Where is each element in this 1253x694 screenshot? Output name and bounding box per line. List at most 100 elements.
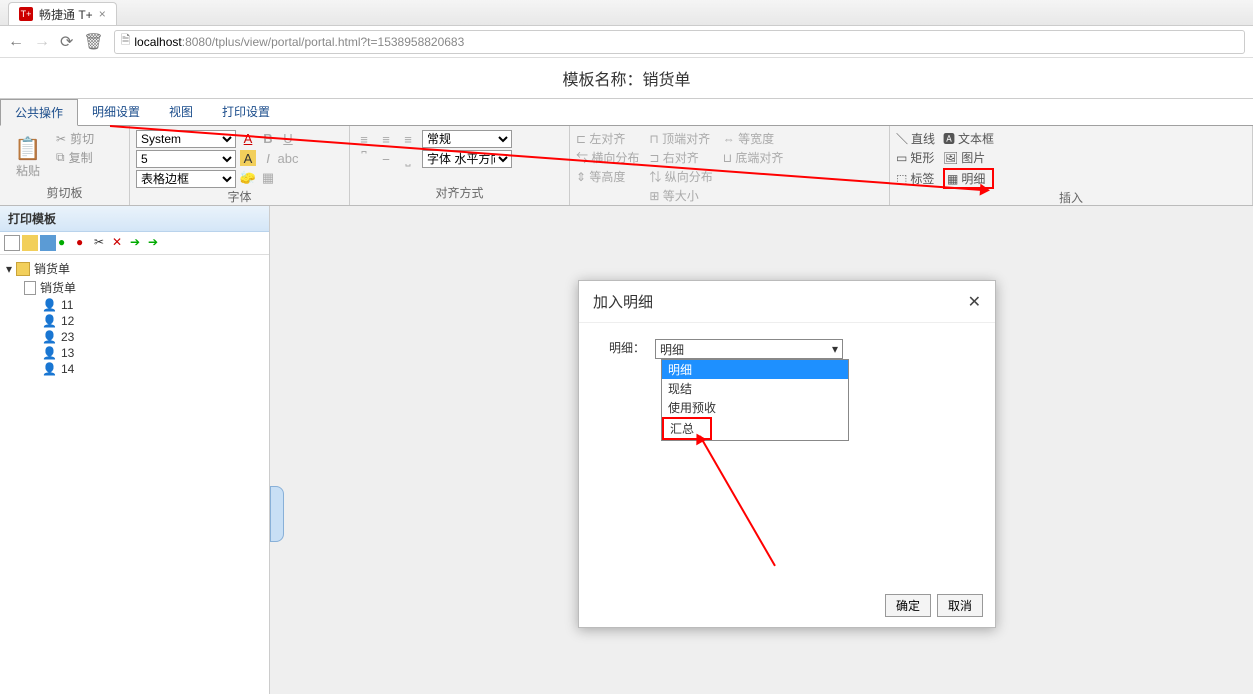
open-icon[interactable] [22, 235, 38, 251]
new-icon[interactable] [4, 235, 20, 251]
cut-button[interactable]: ✂剪切 [56, 130, 94, 147]
next-icon[interactable]: ➔ [130, 235, 146, 251]
valign-top-icon[interactable]: ⎴ [356, 151, 372, 167]
panel-gripper[interactable] [270, 486, 284, 542]
browser-toolbar: ← → ⟳ 🗑 🗎 localhost:8080/tplus/view/port… [0, 26, 1253, 58]
dialog-close-icon[interactable]: ✕ [968, 292, 981, 312]
check-icon[interactable]: ● [58, 235, 74, 251]
person-icon: 👤 [42, 362, 57, 376]
person-icon: 👤 [42, 314, 57, 328]
align-normal-select[interactable]: 常规 [422, 130, 512, 148]
group-label-font: 字体 [136, 188, 343, 205]
align-right-icon[interactable]: ≡ [400, 131, 416, 147]
dialog-title: 加入明细 [593, 291, 653, 312]
ribbon-tab-print[interactable]: 打印设置 [208, 99, 285, 125]
ribbon-tab-view[interactable]: 视图 [155, 99, 208, 125]
insert-rect[interactable]: ▭ 矩形 [896, 149, 935, 166]
trash-icon[interactable]: 🗑 [83, 32, 103, 52]
doc-icon [24, 281, 36, 295]
eraser-icon[interactable]: 🧽 [240, 170, 256, 186]
paste-button[interactable]: 📋 粘贴 [6, 130, 50, 184]
copy-icon: ⧉ [56, 150, 65, 165]
font-color-icon[interactable]: A [240, 130, 256, 146]
insert-image[interactable]: 🖼 图片 [943, 149, 994, 166]
sidebar-toolbar: ● ● ✂ ✕ ➔ ➔ [0, 232, 269, 255]
layout-equal-width[interactable]: ⇔ 等宽度 [723, 130, 784, 147]
border-select[interactable]: 表格边框 [136, 170, 236, 188]
favicon: T+ [19, 7, 33, 21]
insert-line[interactable]: ＼ 直线 [896, 130, 935, 147]
font-size-select[interactable]: 5 [136, 150, 236, 168]
tree-root[interactable]: ▾销货单 [6, 259, 263, 278]
group-label-align: 对齐方式 [356, 184, 563, 201]
italic-icon[interactable]: I [260, 150, 276, 166]
layout-equal-size[interactable]: ⊞ 等大小 [649, 187, 712, 204]
url-path: :8080/tplus/view/portal/portal.html?t=15… [182, 35, 465, 49]
browser-tab[interactable]: T+ 畅捷通 T+ × [8, 2, 117, 25]
chevron-down-icon: ▾ [832, 342, 838, 356]
detail-label: 明细： [609, 339, 645, 356]
tree-user[interactable]: 👤14 [6, 361, 263, 377]
person-icon: 👤 [42, 330, 57, 344]
reload-icon[interactable]: ⟳ [60, 32, 73, 52]
group-clipboard: 📋 粘贴 ✂剪切 ⧉复制 剪切板 [0, 126, 130, 205]
ribbon-tab-common[interactable]: 公共操作 [0, 99, 78, 126]
group-align: ≡ ≡ ≡ 常规 ⎴ ⎯ ⎵ 字体 水平方向 对齐方式 [350, 126, 570, 205]
group-font: System A B U 5 A I abc 表格边框 🧽 ▦ 字体 [130, 126, 350, 205]
add-detail-dialog: 加入明细 ✕ 明细： 明细 ▾ 明细 现结 使用预收 汇总 确定 取消 [578, 280, 996, 628]
folder-icon [16, 262, 30, 276]
tree-user[interactable]: 👤11 [6, 297, 263, 313]
group-layout: ⊏ 左对齐 ⊓ 顶端对齐 ⇔ 等宽度 ⇆ 横向分布 ⊐ 右对齐 ⊔ 底端对齐 ⇕… [570, 126, 890, 205]
person-icon: 👤 [42, 346, 57, 360]
clipboard-icon: 📋 [14, 136, 41, 162]
delete-icon[interactable]: ● [76, 235, 92, 251]
ok-button[interactable]: 确定 [885, 594, 931, 617]
tree-user[interactable]: 👤12 [6, 313, 263, 329]
page-title: 模板名称：销货单 [0, 58, 1253, 99]
ribbon-body: 📋 粘贴 ✂剪切 ⧉复制 剪切板 System A B U 5 A I abc [0, 126, 1253, 206]
layout-align-bottom[interactable]: ⊔ 底端对齐 [723, 149, 784, 166]
page-icon: 🗎 [121, 31, 131, 52]
highlight-icon[interactable]: A [240, 150, 256, 166]
detail-dropdown: 明细 现结 使用预收 汇总 [661, 359, 849, 441]
scissors-icon: ✂ [56, 132, 66, 146]
tree-user[interactable]: 👤13 [6, 345, 263, 361]
ribbon-tabs: 公共操作 明细设置 视图 打印设置 [0, 99, 1253, 126]
tab-title: 畅捷通 T+ [39, 6, 93, 23]
tree-user[interactable]: 👤23 [6, 329, 263, 345]
cancel-button[interactable]: 取消 [937, 594, 983, 617]
back-icon[interactable]: ← [8, 33, 24, 51]
option-cash[interactable]: 现结 [662, 379, 848, 398]
layout-align-top[interactable]: ⊓ 顶端对齐 [649, 130, 712, 147]
insert-textbox[interactable]: 🅰 文本框 [943, 130, 994, 147]
group-insert: ＼ 直线 🅰 文本框 ▭ 矩形 🖼 图片 ⬚ 标签 ▦ 明细 插入 [890, 126, 1253, 205]
tab-close-icon[interactable]: × [99, 7, 106, 21]
group-label-insert: 插入 [896, 189, 1246, 206]
save-icon[interactable] [40, 235, 56, 251]
cut-tree-icon[interactable]: ✂ [94, 235, 110, 251]
valign-bot-icon[interactable]: ⎵ [400, 151, 416, 167]
copy-button[interactable]: ⧉复制 [56, 149, 94, 166]
group-label-clipboard: 剪切板 [6, 184, 123, 201]
sidebar: 打印模板 ● ● ✂ ✕ ➔ ➔ ▾销货单 销货单 👤11 👤12 👤23 👤1… [0, 206, 270, 694]
layout-align-right[interactable]: ⊐ 右对齐 [649, 149, 712, 166]
tree-child[interactable]: 销货单 [6, 278, 263, 297]
forward-icon[interactable]: → [34, 33, 50, 51]
valign-mid-icon[interactable]: ⎯ [378, 151, 394, 167]
option-detail[interactable]: 明细 [662, 360, 848, 379]
sidebar-title: 打印模板 [0, 206, 269, 232]
detail-select[interactable]: 明细 ▾ [655, 339, 843, 359]
layout-equal-height[interactable]: ⇕ 等高度 [576, 168, 639, 185]
browser-tab-strip: T+ 畅捷通 T+ × [0, 0, 1253, 26]
person-icon: 👤 [42, 298, 57, 312]
last-icon[interactable]: ➔ [148, 235, 164, 251]
remove-icon[interactable]: ✕ [112, 235, 128, 251]
ribbon-tab-detail[interactable]: 明细设置 [78, 99, 155, 125]
tree: ▾销货单 销货单 👤11 👤12 👤23 👤13 👤14 [0, 255, 269, 381]
layout-align-left[interactable]: ⊏ 左对齐 [576, 130, 639, 147]
strike-icon[interactable]: abc [280, 150, 296, 166]
option-prepay[interactable]: 使用预收 [662, 398, 848, 417]
url-host: localhost [134, 35, 181, 49]
url-bar[interactable]: 🗎 localhost:8080/tplus/view/portal/porta… [114, 30, 1245, 54]
border-icon[interactable]: ▦ [260, 170, 276, 186]
